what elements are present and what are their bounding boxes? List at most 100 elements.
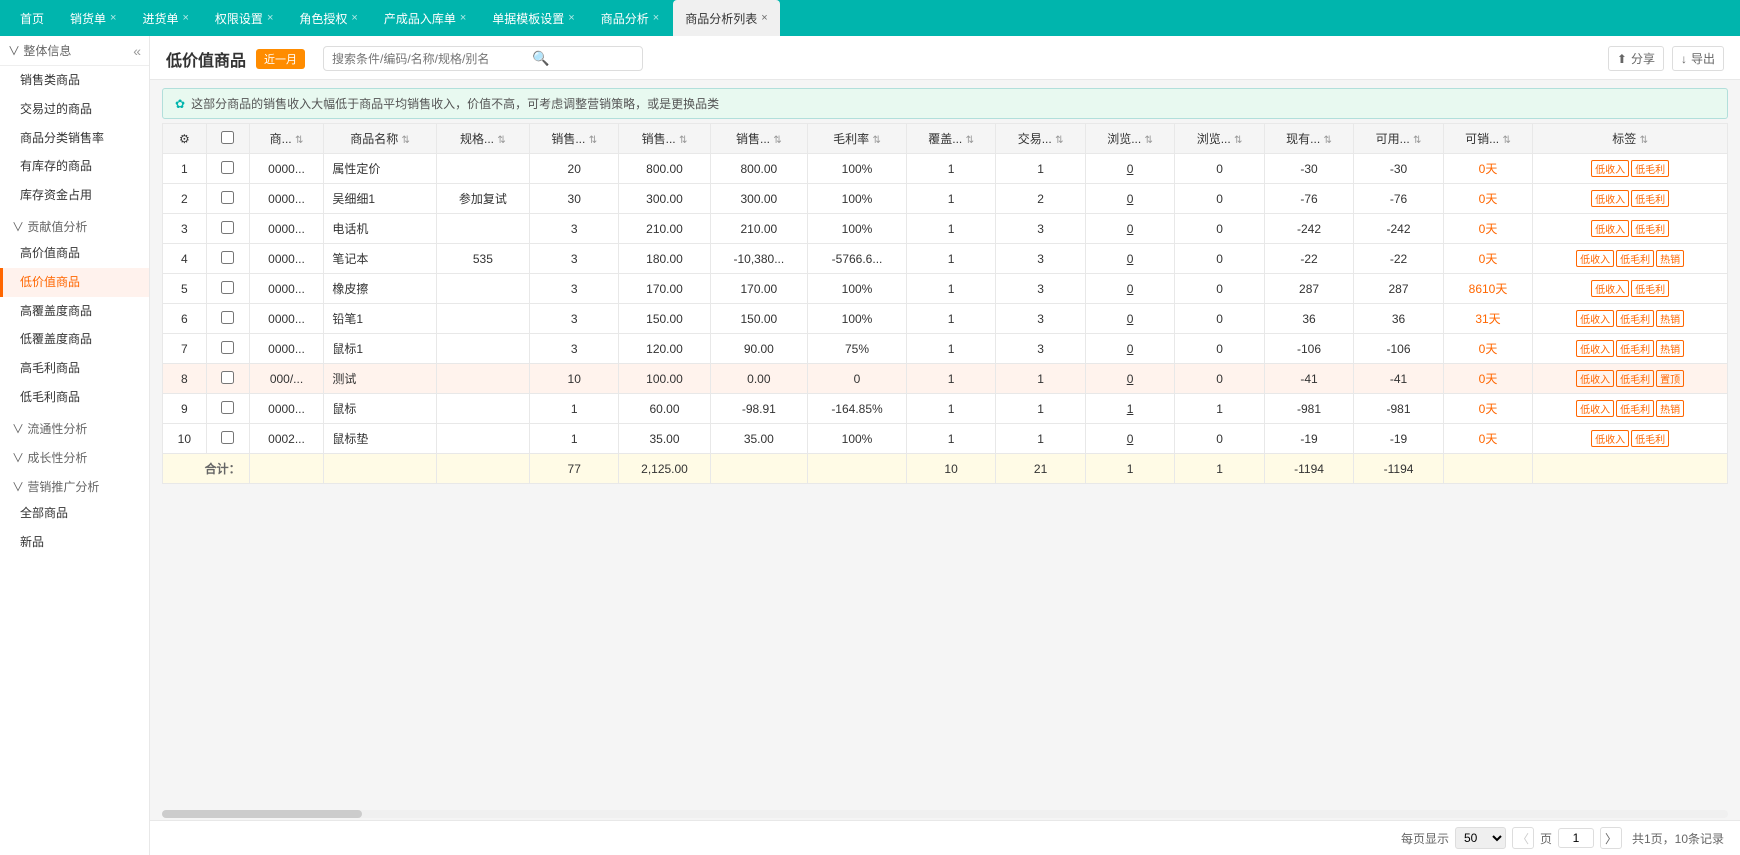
- sidebar-item-sales-goods[interactable]: 销售类商品: [0, 66, 149, 95]
- close-icon[interactable]: ×: [182, 12, 188, 24]
- row-select-checkbox[interactable]: [221, 371, 234, 384]
- row-select-checkbox[interactable]: [221, 281, 234, 294]
- prev-page-button[interactable]: 〈: [1512, 827, 1534, 849]
- browse1-link[interactable]: 0: [1127, 192, 1134, 206]
- sidebar-item-low-cover[interactable]: 低覆盖度商品: [0, 325, 149, 354]
- nav-template[interactable]: 单据模板设置 ×: [480, 0, 586, 36]
- col-browse2[interactable]: 浏览... ⇅: [1175, 124, 1264, 154]
- browse1-link[interactable]: 0: [1127, 162, 1134, 176]
- row-checkbox[interactable]: [206, 394, 249, 424]
- sidebar-item-high-cover[interactable]: 高覆盖度商品: [0, 297, 149, 326]
- row-checkbox[interactable]: [206, 154, 249, 184]
- row-select-checkbox[interactable]: [221, 161, 234, 174]
- horizontal-scrollbar[interactable]: [162, 810, 1728, 818]
- nav-purchase[interactable]: 进货单 ×: [130, 0, 200, 36]
- sidebar-item-traded-goods[interactable]: 交易过的商品: [0, 95, 149, 124]
- col-name[interactable]: 商品名称 ⇅: [324, 124, 436, 154]
- row-select-checkbox[interactable]: [221, 251, 234, 264]
- row-browse1[interactable]: 0: [1085, 244, 1174, 274]
- browse1-link[interactable]: 0: [1127, 282, 1134, 296]
- browse1-link[interactable]: 0: [1127, 372, 1134, 386]
- search-icon[interactable]: 🔍: [532, 50, 549, 67]
- browse1-link[interactable]: 0: [1127, 312, 1134, 326]
- col-tags[interactable]: 标签 ⇅: [1533, 124, 1728, 154]
- col-cover[interactable]: 覆盖... ⇅: [906, 124, 995, 154]
- col-settings[interactable]: ⚙: [163, 124, 207, 154]
- sidebar-item-low-value[interactable]: 低价值商品: [0, 268, 149, 297]
- browse1-link[interactable]: 1: [1127, 402, 1134, 416]
- export-button[interactable]: ↓ 导出: [1672, 46, 1724, 71]
- close-icon[interactable]: ×: [653, 12, 659, 24]
- col-available[interactable]: 可用... ⇅: [1354, 124, 1443, 154]
- page-size-select[interactable]: 50 20 100: [1455, 827, 1506, 849]
- row-checkbox[interactable]: [206, 214, 249, 244]
- sidebar-group-growth[interactable]: ∨ 成长性分析: [0, 441, 149, 470]
- col-checkbox[interactable]: [206, 124, 249, 154]
- browse1-link[interactable]: 0: [1127, 252, 1134, 266]
- nav-goods-list[interactable]: 商品分析列表 ×: [673, 0, 779, 36]
- close-icon[interactable]: ×: [351, 12, 357, 24]
- row-select-checkbox[interactable]: [221, 401, 234, 414]
- row-checkbox[interactable]: [206, 424, 249, 454]
- row-checkbox[interactable]: [206, 244, 249, 274]
- sidebar-group-flow[interactable]: ∨ 流通性分析: [0, 412, 149, 441]
- row-browse1[interactable]: 0: [1085, 214, 1174, 244]
- col-saleable[interactable]: 可销... ⇅: [1443, 124, 1532, 154]
- sidebar-group-marketing[interactable]: ∨ 营销推广分析: [0, 470, 149, 499]
- col-spec[interactable]: 规格... ⇅: [436, 124, 529, 154]
- browse1-link[interactable]: 0: [1127, 222, 1134, 236]
- close-icon[interactable]: ×: [267, 12, 273, 24]
- nav-role[interactable]: 角色授权 ×: [287, 0, 369, 36]
- col-code[interactable]: 商... ⇅: [249, 124, 324, 154]
- row-browse1[interactable]: 0: [1085, 424, 1174, 454]
- row-browse1[interactable]: 0: [1085, 334, 1174, 364]
- sidebar-item-capital[interactable]: 库存资金占用: [0, 181, 149, 210]
- close-icon[interactable]: ×: [568, 12, 574, 24]
- sidebar-item-new-goods[interactable]: 新品: [0, 528, 149, 557]
- col-current[interactable]: 现有... ⇅: [1264, 124, 1353, 154]
- col-margin[interactable]: 毛利率 ⇅: [808, 124, 907, 154]
- row-select-checkbox[interactable]: [221, 311, 234, 324]
- sidebar-item-low-margin[interactable]: 低毛利商品: [0, 383, 149, 412]
- col-sale1[interactable]: 销售... ⇅: [529, 124, 618, 154]
- close-icon[interactable]: ×: [460, 12, 466, 24]
- row-browse1[interactable]: 0: [1085, 184, 1174, 214]
- row-browse1[interactable]: 1: [1085, 394, 1174, 424]
- row-select-checkbox[interactable]: [221, 191, 234, 204]
- col-sale3[interactable]: 销售... ⇅: [710, 124, 808, 154]
- browse1-link[interactable]: 0: [1127, 432, 1134, 446]
- sidebar-item-high-margin[interactable]: 高毛利商品: [0, 354, 149, 383]
- browse1-link[interactable]: 0: [1127, 342, 1134, 356]
- row-browse1[interactable]: 0: [1085, 154, 1174, 184]
- nav-product-in[interactable]: 产成品入库单 ×: [372, 0, 478, 36]
- sidebar-item-all-goods[interactable]: 全部商品: [0, 499, 149, 528]
- time-tag-button[interactable]: 近一月: [256, 49, 305, 69]
- row-checkbox[interactable]: [206, 304, 249, 334]
- col-sale2[interactable]: 销售... ⇅: [619, 124, 710, 154]
- scrollbar-thumb[interactable]: [162, 810, 362, 818]
- nav-home[interactable]: 首页: [8, 0, 56, 36]
- row-select-checkbox[interactable]: [221, 431, 234, 444]
- row-checkbox[interactable]: [206, 334, 249, 364]
- close-icon[interactable]: ×: [110, 12, 116, 24]
- share-button[interactable]: ⬆ 分享: [1608, 46, 1664, 71]
- select-all-checkbox[interactable]: [221, 131, 234, 144]
- row-checkbox[interactable]: [206, 274, 249, 304]
- row-browse1[interactable]: 0: [1085, 274, 1174, 304]
- row-select-checkbox[interactable]: [221, 221, 234, 234]
- sidebar-group-contribution[interactable]: ∨ 贡献值分析: [0, 210, 149, 239]
- row-checkbox[interactable]: [206, 184, 249, 214]
- row-browse1[interactable]: 0: [1085, 364, 1174, 394]
- row-browse1[interactable]: 0: [1085, 304, 1174, 334]
- col-trade[interactable]: 交易... ⇅: [996, 124, 1085, 154]
- sidebar-collapse-icon[interactable]: «: [133, 43, 141, 59]
- next-page-button[interactable]: 〉: [1600, 827, 1622, 849]
- nav-sales[interactable]: 销货单 ×: [58, 0, 128, 36]
- close-icon[interactable]: ×: [761, 12, 767, 24]
- sidebar-item-high-value[interactable]: 高价值商品: [0, 239, 149, 268]
- sidebar-item-category-rate[interactable]: 商品分类销售率: [0, 124, 149, 153]
- sidebar-item-stock-goods[interactable]: 有库存的商品: [0, 152, 149, 181]
- col-browse1[interactable]: 浏览... ⇅: [1085, 124, 1174, 154]
- page-number-input[interactable]: [1558, 828, 1594, 848]
- nav-goods-analysis[interactable]: 商品分析 ×: [589, 0, 671, 36]
